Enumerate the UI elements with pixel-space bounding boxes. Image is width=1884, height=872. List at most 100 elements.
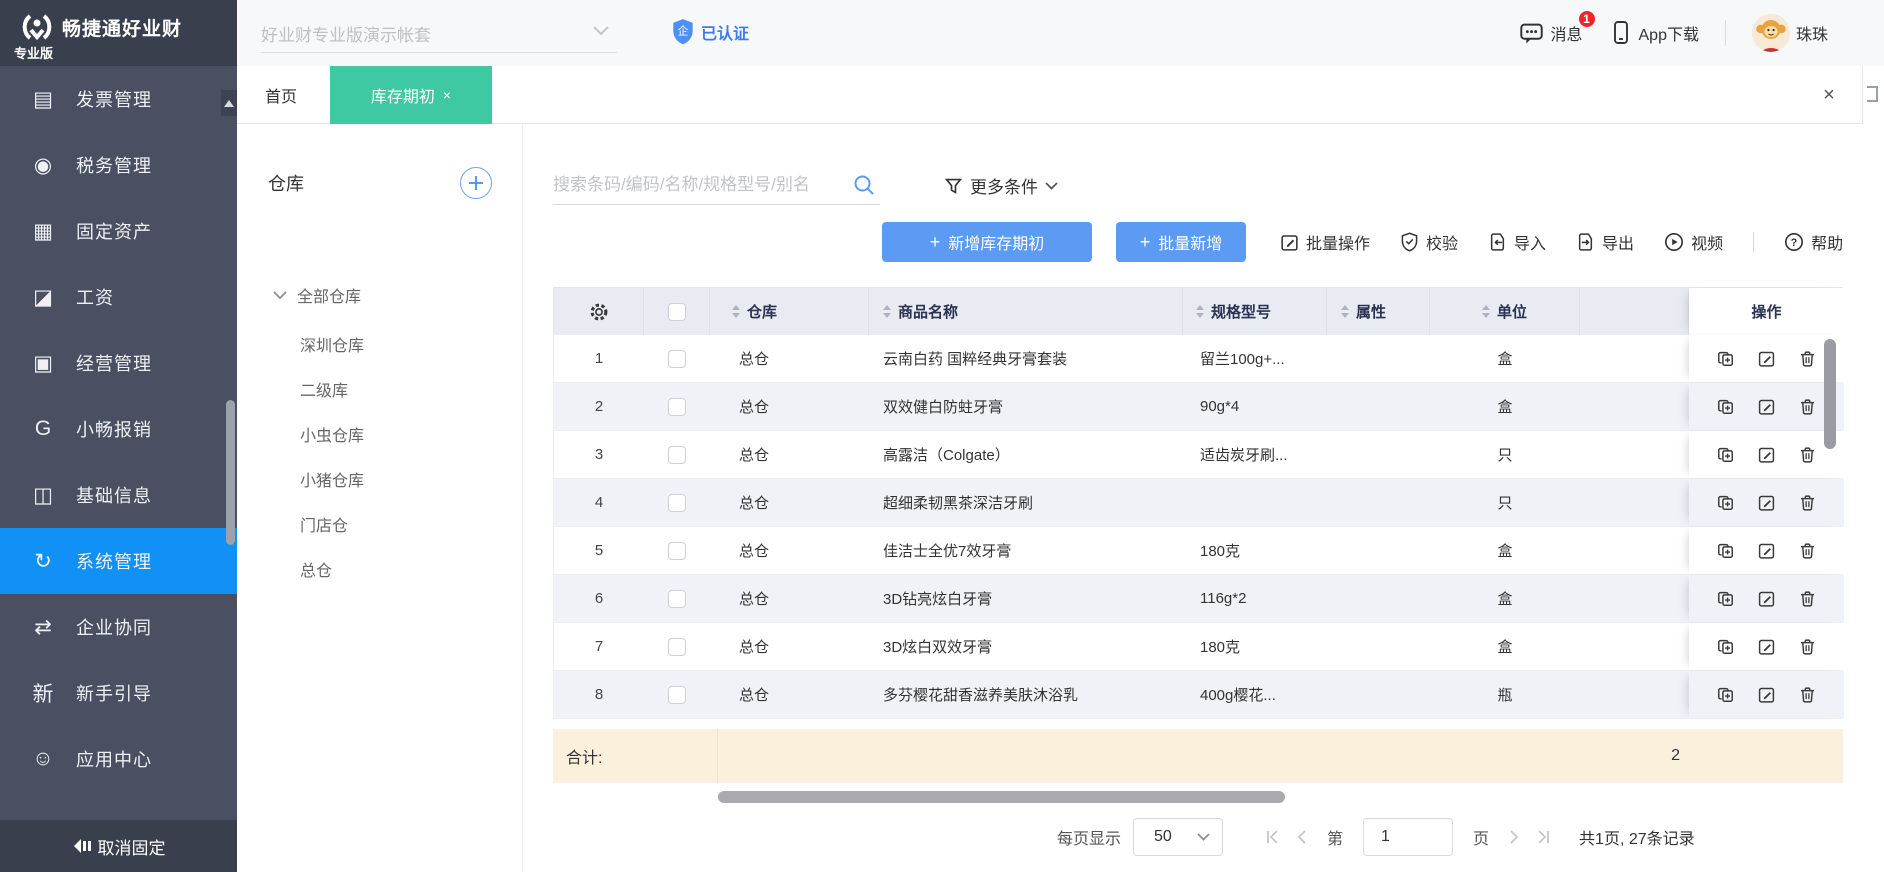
sidebar-item[interactable]: ▣ 经营管理: [0, 330, 237, 396]
table-row[interactable]: 5 总仓 佳洁士全优7效牙膏 180克 盒: [554, 527, 1844, 575]
copy-add-icon[interactable]: [1716, 493, 1735, 512]
table-row[interactable]: 7 总仓 3D炫白双效牙膏 180克 盒: [554, 623, 1844, 671]
column-header-product[interactable]: 商品名称: [869, 288, 1183, 335]
copy-add-icon[interactable]: [1716, 349, 1735, 368]
copy-add-icon[interactable]: [1716, 637, 1735, 656]
sort-icon[interactable]: [732, 305, 740, 318]
column-header-spec[interactable]: 规格型号: [1183, 288, 1327, 335]
edit-icon[interactable]: [1757, 637, 1776, 656]
table-row[interactable]: 8 总仓 多芬樱花甜香滋养美肤沐浴乳 400g樱花... 瓶: [554, 671, 1844, 719]
sidebar-scrollbar[interactable]: [226, 400, 235, 545]
delete-trash-icon[interactable]: [1798, 685, 1817, 704]
horizontal-scrollbar-thumb[interactable]: [718, 791, 1285, 803]
first-page-button[interactable]: [1265, 829, 1281, 845]
delete-trash-icon[interactable]: [1798, 493, 1817, 512]
prev-page-button[interactable]: [1295, 829, 1307, 845]
per-page-select[interactable]: 50: [1133, 818, 1224, 856]
row-checkbox[interactable]: [668, 397, 686, 416]
sidebar-item[interactable]: 新 新手引导: [0, 660, 237, 726]
last-page-button[interactable]: [1535, 829, 1551, 845]
edit-icon[interactable]: [1757, 349, 1776, 368]
column-settings-gear-icon[interactable]: [588, 301, 610, 323]
select-all-checkbox[interactable]: [667, 302, 686, 321]
next-page-button[interactable]: [1509, 829, 1521, 845]
row-checkbox[interactable]: [668, 493, 686, 512]
table-row[interactable]: 3 总仓 高露洁（Colgate） 适齿炭牙刷... 只: [554, 431, 1844, 479]
delete-trash-icon[interactable]: [1798, 445, 1817, 464]
close-panel-button[interactable]: ×: [1814, 80, 1844, 110]
sort-icon[interactable]: [1481, 305, 1490, 318]
batch-add-button[interactable]: + 批量新增: [1116, 222, 1246, 262]
table-row[interactable]: 6 总仓 3D钻亮炫白牙膏 116g*2 盒: [554, 575, 1844, 623]
sidebar-item[interactable]: ▤ 发票管理: [0, 66, 237, 132]
tree-node-warehouse[interactable]: 深圳仓库: [300, 321, 364, 366]
edit-icon[interactable]: [1757, 541, 1776, 560]
sidebar-item[interactable]: ◪ 工资: [0, 264, 237, 330]
add-warehouse-button[interactable]: [460, 167, 492, 199]
page-number-input[interactable]: [1363, 818, 1454, 856]
row-checkbox[interactable]: [668, 637, 686, 656]
row-checkbox[interactable]: [668, 541, 686, 560]
sidebar-item[interactable]: ▦ 固定资产: [0, 198, 237, 264]
sidebar-item[interactable]: ◫ 基础信息: [0, 462, 237, 528]
more-filters-button[interactable]: 更多条件: [944, 173, 1058, 198]
delete-trash-icon[interactable]: [1798, 589, 1817, 608]
validate-button[interactable]: 校验: [1400, 230, 1458, 254]
search-icon[interactable]: [852, 173, 876, 197]
verified-badge[interactable]: 企 已认证: [670, 18, 749, 46]
sidebar-item[interactable]: ☺ 应用中心: [0, 726, 237, 792]
help-button[interactable]: ? 帮助: [1784, 230, 1843, 254]
delete-trash-icon[interactable]: [1798, 637, 1817, 656]
copy-add-icon[interactable]: [1716, 685, 1735, 704]
copy-add-icon[interactable]: [1716, 397, 1735, 416]
copy-add-icon[interactable]: [1716, 445, 1735, 464]
messages-button[interactable]: 消息 1: [1519, 8, 1597, 46]
sidebar-item[interactable]: ↻ 系统管理: [0, 528, 237, 594]
row-checkbox[interactable]: [668, 349, 686, 368]
account-selector[interactable]: 好业财专业版演示帐套: [261, 0, 617, 66]
tree-node-warehouse[interactable]: 总仓: [300, 546, 364, 591]
table-row[interactable]: 1 总仓 云南白药 国粹经典牙膏套装 留兰100g+... 盒: [554, 335, 1844, 383]
edit-icon[interactable]: [1757, 685, 1776, 704]
table-row[interactable]: 4 总仓 超细柔韧黑茶深洁牙刷 只: [554, 479, 1844, 527]
sidebar-item[interactable]: ◉ 税务管理: [0, 132, 237, 198]
edit-icon[interactable]: [1757, 589, 1776, 608]
tree-node-warehouse[interactable]: 门店仓: [300, 501, 364, 546]
edit-icon[interactable]: [1757, 493, 1776, 512]
sidebar-scroll-up-button[interactable]: [221, 90, 237, 116]
tab-close-icon[interactable]: ×: [443, 87, 451, 103]
video-button[interactable]: 视频: [1664, 230, 1723, 254]
add-inventory-init-button[interactable]: + 新增库存期初: [882, 222, 1092, 262]
table-row[interactable]: 2 总仓 双效健白防蛀牙膏 90g*4 盒: [554, 383, 1844, 431]
column-header-attr[interactable]: 属性: [1327, 288, 1430, 335]
app-download-button[interactable]: App下载: [1609, 20, 1699, 46]
row-checkbox[interactable]: [668, 685, 686, 704]
tree-node-warehouse[interactable]: 小虫仓库: [300, 411, 364, 456]
export-button[interactable]: 导出: [1576, 230, 1634, 254]
tab-home[interactable]: 首页: [265, 66, 297, 124]
batch-operations-button[interactable]: 批量操作: [1280, 230, 1370, 254]
delete-trash-icon[interactable]: [1798, 349, 1817, 368]
import-button[interactable]: 导入: [1488, 230, 1546, 254]
sidebar-item[interactable]: ⇄ 企业协同: [0, 594, 237, 660]
search-input[interactable]: [553, 165, 880, 205]
sidebar-item[interactable]: G 小畅报销: [0, 396, 237, 462]
tree-node-warehouse[interactable]: 二级库: [300, 366, 364, 411]
sort-icon[interactable]: [883, 305, 891, 318]
column-header-warehouse[interactable]: 仓库: [710, 288, 869, 335]
edit-icon[interactable]: [1757, 397, 1776, 416]
edit-icon[interactable]: [1757, 445, 1776, 464]
sort-icon[interactable]: [1196, 305, 1204, 318]
user-menu[interactable]: 珠珠: [1751, 14, 1828, 52]
unpin-sidebar-button[interactable]: 取消固定: [0, 820, 237, 872]
delete-trash-icon[interactable]: [1798, 397, 1817, 416]
column-header-unit[interactable]: 单位: [1430, 288, 1580, 335]
sort-icon[interactable]: [1341, 305, 1349, 318]
tab-inventory-init[interactable]: 库存期初 ×: [330, 66, 492, 124]
vertical-scrollbar-thumb[interactable]: [1824, 339, 1836, 449]
copy-add-icon[interactable]: [1716, 541, 1735, 560]
copy-add-icon[interactable]: [1716, 589, 1735, 608]
row-checkbox[interactable]: [668, 589, 686, 608]
delete-trash-icon[interactable]: [1798, 541, 1817, 560]
tree-node-all-warehouses[interactable]: 全部仓库: [273, 283, 361, 307]
